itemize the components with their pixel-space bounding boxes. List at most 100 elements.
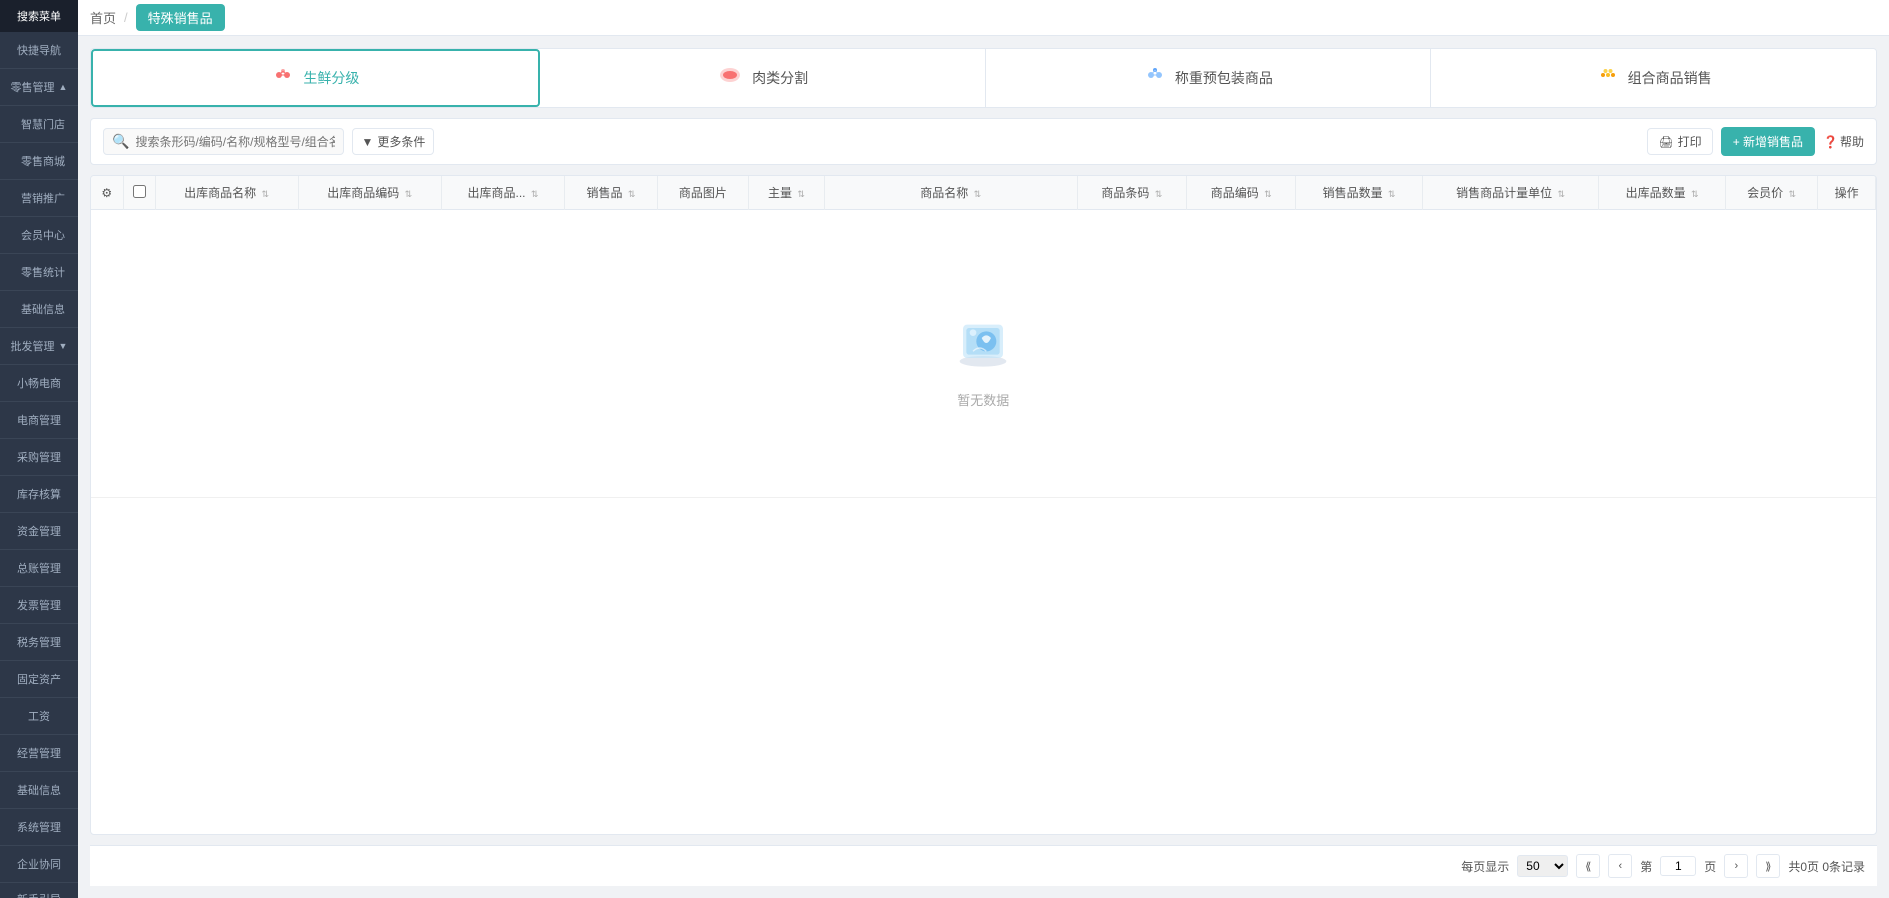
sidebar-item-mini-ecom[interactable]: 小畅电商 (0, 365, 78, 402)
print-button[interactable]: 🖨 打印 (1647, 128, 1712, 155)
sort-icon: ⇅ (1264, 189, 1272, 199)
th-member-price[interactable]: 会员价 ⇅ (1725, 176, 1818, 210)
sidebar-item-retail-mgmt[interactable]: 零售管理 ▲ (0, 69, 78, 106)
th-weight[interactable]: 主量 ⇅ (749, 176, 825, 210)
chevron-icon: ▼ (59, 341, 68, 351)
th-out-qty[interactable]: 出库品数量 ⇅ (1599, 176, 1725, 210)
sort-icon: ⇅ (1388, 189, 1396, 199)
th-barcode[interactable]: 商品条码 ⇅ (1077, 176, 1186, 210)
sort-icon: ⇅ (1788, 189, 1796, 199)
empty-state-row: 暂无数据 (91, 210, 1876, 498)
sidebar-item-ecom-mgmt[interactable]: 电商管理 (0, 402, 78, 439)
sort-icon: ⇅ (261, 189, 269, 199)
sidebar-new-guide[interactable]: 新手引导 ⚙ (0, 883, 78, 898)
top-nav: 首页 / 特殊销售品 (78, 0, 1889, 36)
data-table: ⚙ 出库商品名称 ⇅ 出库商品编码 ⇅ (91, 176, 1876, 498)
sort-icon: ⇅ (1155, 189, 1163, 199)
sidebar-item-member-center[interactable]: 会员中心 (0, 217, 78, 254)
filter-icon: ▼ (361, 135, 373, 149)
sidebar-item-purchase-mgmt[interactable]: 采购管理 (0, 439, 78, 476)
cat-tab-combo-sale[interactable]: 组合商品销售 (1431, 49, 1876, 107)
sidebar-item-ops-mgmt[interactable]: 经营管理 (0, 735, 78, 772)
cat-tab-fresh-grade-label: 生鲜分级 (303, 68, 359, 88)
data-table-wrapper: ⚙ 出库商品名称 ⇅ 出库商品编码 ⇅ (90, 175, 1877, 835)
page-input[interactable] (1660, 856, 1696, 876)
th-out-product-code[interactable]: 出库商品编码 ⇅ (298, 176, 441, 210)
select-all-checkbox[interactable] (133, 185, 146, 198)
sidebar-item-sys-mgmt[interactable]: 系统管理 (0, 809, 78, 846)
sidebar-item-wholesale-mgmt[interactable]: 批发管理 ▼ (0, 328, 78, 365)
cat-tab-combo-sale-label: 组合商品销售 (1628, 68, 1712, 88)
sidebar-item-basic-info[interactable]: 基础信息 (0, 291, 78, 328)
cat-tab-fresh-grade[interactable]: 生鲜分级 (91, 49, 540, 107)
cat-tab-meat-cut[interactable]: 肉类分割 (540, 49, 986, 107)
th-action: 操作 (1818, 176, 1876, 210)
page-size-select[interactable]: 50 10 20 100 (1517, 855, 1568, 877)
next-page-button[interactable]: › (1724, 854, 1748, 878)
toolbar-left: 🔍 ▼ 更多条件 (103, 128, 434, 155)
th-product-code[interactable]: 商品编码 ⇅ (1186, 176, 1295, 210)
gear-icon: ⚙ (101, 186, 112, 200)
sidebar-item-marketing[interactable]: 营销推广 (0, 180, 78, 217)
search-box[interactable]: 🔍 (103, 128, 344, 155)
total-info: 共0页 0条记录 (1788, 858, 1865, 875)
help-button[interactable]: ❓ 帮助 (1823, 133, 1864, 150)
empty-state: 暂无数据 (99, 218, 1868, 489)
add-sale-product-button[interactable]: + 新增销售品 (1721, 127, 1815, 156)
page-label: 第 (1640, 858, 1652, 875)
sort-icon: ⇅ (797, 189, 805, 199)
sidebar: 搜索菜单 快捷导航 零售管理 ▲ 智慧门店 零售商城 营销推广 会员中心 零售统… (0, 0, 78, 898)
first-page-button[interactable]: ⟪ (1576, 854, 1600, 878)
sidebar-item-inventory[interactable]: 库存核算 (0, 476, 78, 513)
th-sale-qty[interactable]: 销售品数量 ⇅ (1296, 176, 1422, 210)
breadcrumb-sep: / (124, 10, 128, 25)
last-page-button[interactable]: ⟫ (1756, 854, 1780, 878)
sidebar-item-general-ledger[interactable]: 总账管理 (0, 550, 78, 587)
sidebar-item-salary[interactable]: 工资 (0, 698, 78, 735)
sort-icon: ⇅ (1557, 189, 1565, 199)
search-icon: 🔍 (112, 133, 129, 150)
cat-tab-meat-cut-label: 肉类分割 (752, 68, 808, 88)
th-product-image[interactable]: 商品图片 (657, 176, 748, 210)
th-gear[interactable]: ⚙ (91, 176, 123, 210)
search-input[interactable] (135, 135, 335, 149)
sidebar-item-finance[interactable]: 资金管理 (0, 513, 78, 550)
sidebar-item-retail-mall[interactable]: 零售商城 (0, 143, 78, 180)
th-out-product-name[interactable]: 出库商品名称 ⇅ (155, 176, 298, 210)
sidebar-item-invoice-mgmt[interactable]: 发票管理 (0, 587, 78, 624)
th-out-product-spec[interactable]: 出库商品... ⇅ (441, 176, 564, 210)
toolbar-right: 🖨 打印 + 新增销售品 ❓ 帮助 (1647, 127, 1864, 156)
sort-icon: ⇅ (405, 189, 413, 199)
page-content: 生鲜分级 肉类分割 (78, 36, 1889, 898)
th-sale-unit[interactable]: 销售商品计量单位 ⇅ (1422, 176, 1599, 210)
table-header-row: ⚙ 出库商品名称 ⇅ 出库商品编码 ⇅ (91, 176, 1876, 210)
combo-sale-icon (1596, 63, 1620, 93)
sidebar-item-enterprise[interactable]: 企业协同 (0, 846, 78, 883)
prev-page-button[interactable]: ‹ (1608, 854, 1632, 878)
fresh-grade-icon (271, 63, 295, 93)
main-content: 首页 / 特殊销售品 生鲜分级 (78, 0, 1889, 898)
help-icon: ❓ (1823, 135, 1838, 149)
sort-icon: ⇅ (974, 189, 982, 199)
sidebar-item-quick-nav[interactable]: 快捷导航 (0, 32, 78, 69)
sidebar-item-smart-store[interactable]: 智慧门店 (0, 106, 78, 143)
meat-cut-icon (716, 63, 744, 93)
th-product-name[interactable]: 商品名称 ⇅ (824, 176, 1077, 210)
toolbar: 🔍 ▼ 更多条件 🖨 打印 + 新增销售品 ❓ 帮助 (90, 118, 1877, 165)
print-icon: 🖨 (1658, 135, 1673, 149)
category-tabs: 生鲜分级 肉类分割 (90, 48, 1877, 108)
sidebar-item-basic-info2[interactable]: 基础信息 (0, 772, 78, 809)
filter-button[interactable]: ▼ 更多条件 (352, 128, 434, 155)
pagination: 每页显示 50 10 20 100 ⟪ ‹ 第 页 › ⟫ 共0页 0条记录 (90, 845, 1877, 886)
sidebar-item-tax-mgmt[interactable]: 税务管理 (0, 624, 78, 661)
nav-home[interactable]: 首页 (90, 8, 116, 27)
th-sale-product[interactable]: 销售品 ⇅ (565, 176, 658, 210)
sidebar-logo[interactable]: 搜索菜单 (0, 0, 78, 32)
cat-tab-weight-pack[interactable]: 称重预包装商品 (986, 49, 1432, 107)
sort-icon: ⇅ (531, 189, 539, 199)
empty-state-cell: 暂无数据 (91, 210, 1876, 498)
th-check[interactable] (123, 176, 155, 210)
sidebar-item-retail-stats[interactable]: 零售统计 (0, 254, 78, 291)
sidebar-item-fixed-assets[interactable]: 固定资产 (0, 661, 78, 698)
nav-tab-active[interactable]: 特殊销售品 (136, 4, 225, 31)
